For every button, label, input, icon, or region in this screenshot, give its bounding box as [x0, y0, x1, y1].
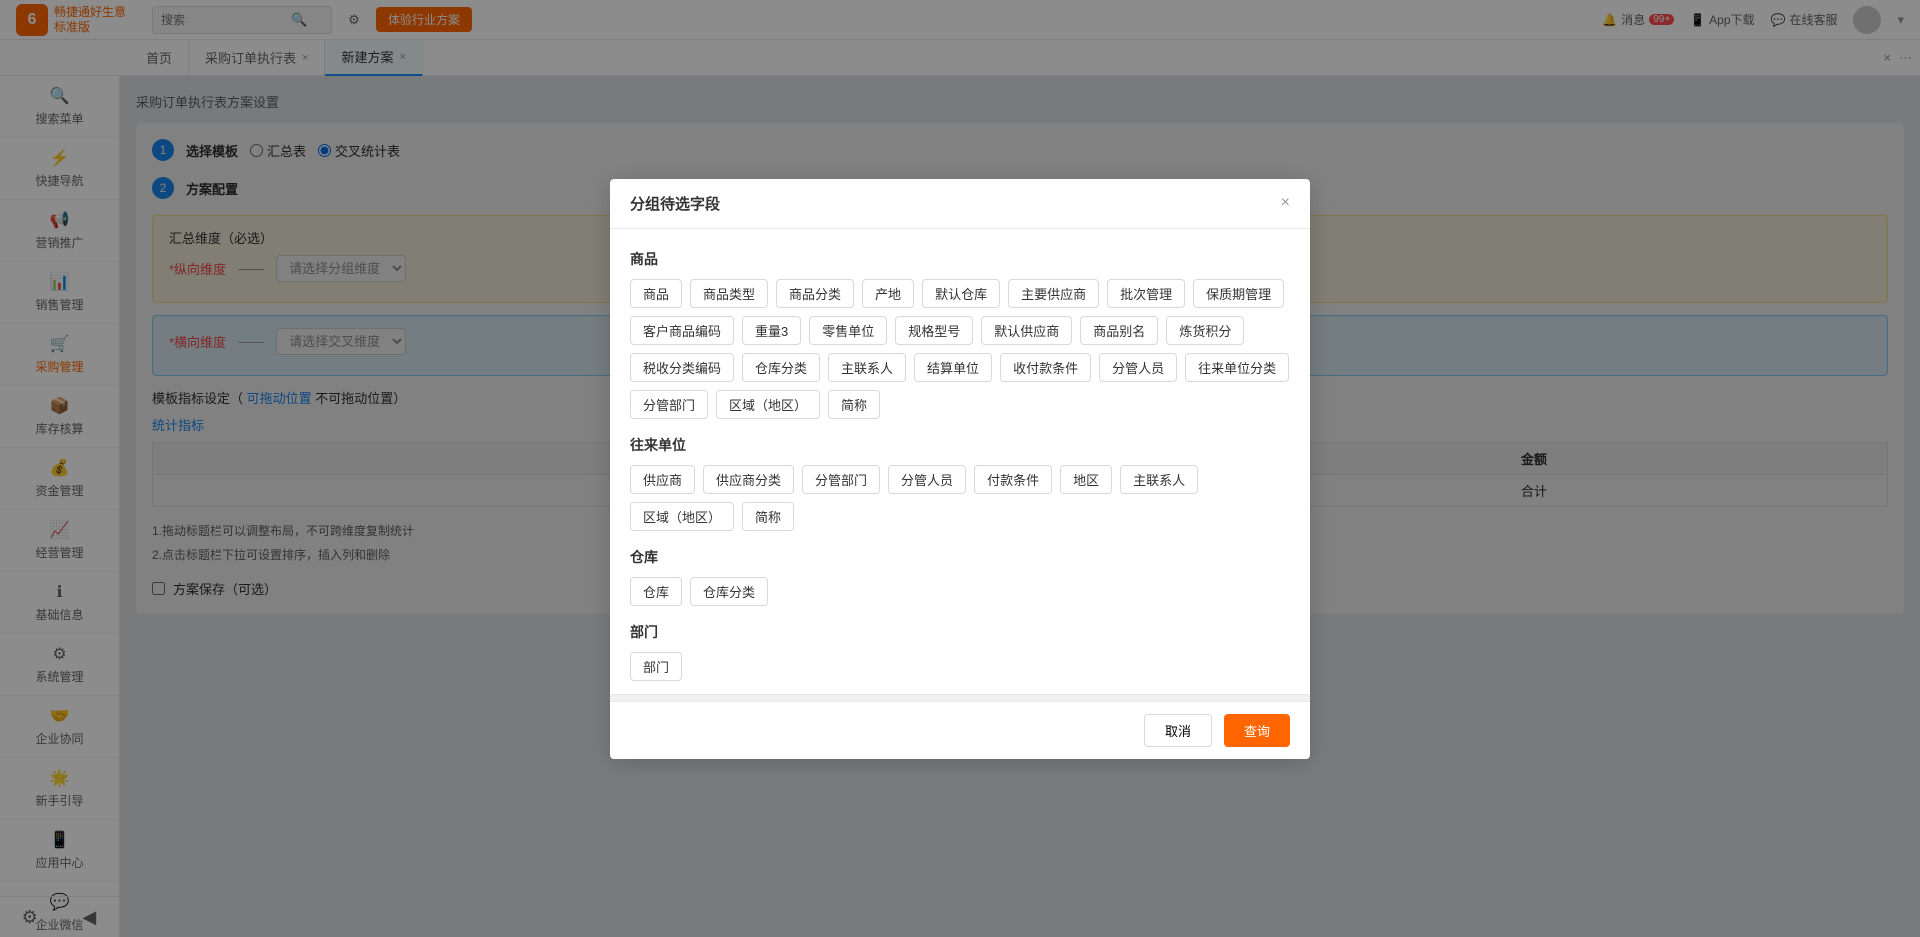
chip-goods-3[interactable]: 产地 [862, 279, 914, 308]
chip-partners-3[interactable]: 分管人员 [888, 465, 966, 494]
modal-cancel-btn[interactable]: 取消 [1144, 714, 1212, 747]
chip-goods-6[interactable]: 批次管理 [1107, 279, 1185, 308]
modal-header: 分组待选字段 × [610, 179, 1310, 229]
chip-partners-2[interactable]: 分管部门 [802, 465, 880, 494]
group-title-dept: 部门 [630, 622, 1290, 642]
modal-close-btn[interactable]: × [1281, 194, 1290, 212]
chip-goods-18[interactable]: 结算单位 [914, 353, 992, 382]
field-chips-dept: 部门 [630, 652, 1290, 681]
chip-goods-4[interactable]: 默认仓库 [922, 279, 1000, 308]
chip-goods-1[interactable]: 商品类型 [690, 279, 768, 308]
field-chips-goods: 商品 商品类型 商品分类 产地 默认仓库 主要供应商 批次管理 保质期管理 客户… [630, 279, 1290, 419]
modal-confirm-btn[interactable]: 查询 [1224, 714, 1290, 747]
modal-overlay: 分组待选字段 × 商品 商品 商品类型 商品分类 产地 默认仓库 主要供应商 批… [0, 0, 1920, 937]
chip-goods-0[interactable]: 商品 [630, 279, 682, 308]
chip-partners-5[interactable]: 地区 [1060, 465, 1112, 494]
modal-dialog: 分组待选字段 × 商品 商品 商品类型 商品分类 产地 默认仓库 主要供应商 批… [610, 179, 1310, 759]
chip-goods-2[interactable]: 商品分类 [776, 279, 854, 308]
chip-goods-9[interactable]: 重量3 [742, 316, 801, 345]
chip-goods-16[interactable]: 仓库分类 [742, 353, 820, 382]
modal-footer: 取消 查询 [610, 701, 1310, 759]
chip-goods-20[interactable]: 分管人员 [1099, 353, 1177, 382]
chip-partners-6[interactable]: 主联系人 [1120, 465, 1198, 494]
chip-goods-11[interactable]: 规格型号 [895, 316, 973, 345]
chip-partners-7[interactable]: 区域（地区） [630, 502, 734, 531]
chip-goods-24[interactable]: 简称 [828, 390, 880, 419]
chip-goods-17[interactable]: 主联系人 [828, 353, 906, 382]
chip-goods-23[interactable]: 区域（地区） [716, 390, 820, 419]
chip-goods-13[interactable]: 商品别名 [1080, 316, 1158, 345]
modal-title: 分组待选字段 [630, 193, 720, 214]
chip-partners-4[interactable]: 付款条件 [974, 465, 1052, 494]
chip-warehouse-0[interactable]: 仓库 [630, 577, 682, 606]
chip-dept-0[interactable]: 部门 [630, 652, 682, 681]
chip-goods-15[interactable]: 税收分类编码 [630, 353, 734, 382]
group-title-goods: 商品 [630, 249, 1290, 269]
chip-goods-10[interactable]: 零售单位 [809, 316, 887, 345]
chip-goods-12[interactable]: 默认供应商 [981, 316, 1072, 345]
chip-partners-0[interactable]: 供应商 [630, 465, 695, 494]
chip-goods-8[interactable]: 客户商品编码 [630, 316, 734, 345]
chip-goods-21[interactable]: 往来单位分类 [1185, 353, 1289, 382]
chip-partners-8[interactable]: 简称 [742, 502, 794, 531]
field-chips-warehouse: 仓库 仓库分类 [630, 577, 1290, 606]
chip-goods-5[interactable]: 主要供应商 [1008, 279, 1099, 308]
chip-partners-1[interactable]: 供应商分类 [703, 465, 794, 494]
chip-goods-19[interactable]: 收付款条件 [1000, 353, 1091, 382]
chip-goods-14[interactable]: 炼货积分 [1166, 316, 1244, 345]
group-title-warehouse: 仓库 [630, 547, 1290, 567]
chip-goods-22[interactable]: 分管部门 [630, 390, 708, 419]
chip-goods-7[interactable]: 保质期管理 [1193, 279, 1284, 308]
group-title-partners: 往来单位 [630, 435, 1290, 455]
field-chips-partners: 供应商 供应商分类 分管部门 分管人员 付款条件 地区 主联系人 区域（地区） … [630, 465, 1290, 531]
chip-warehouse-1[interactable]: 仓库分类 [690, 577, 768, 606]
modal-body: 商品 商品 商品类型 商品分类 产地 默认仓库 主要供应商 批次管理 保质期管理… [610, 229, 1310, 695]
